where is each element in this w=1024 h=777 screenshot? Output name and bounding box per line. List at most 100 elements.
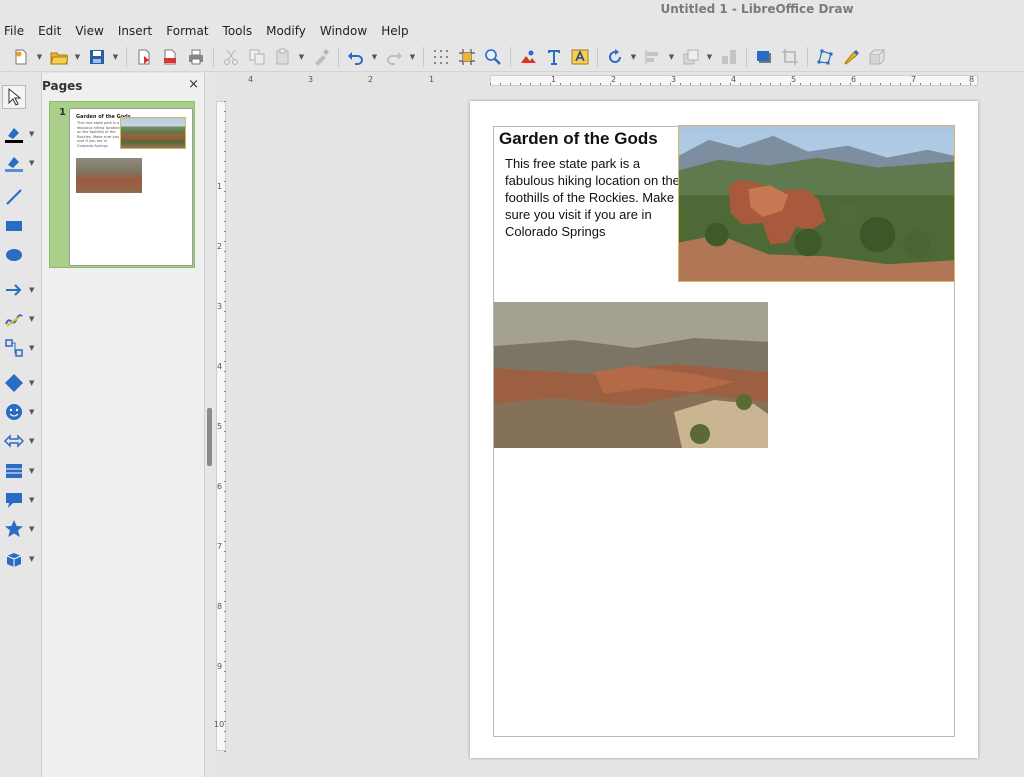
line-color-icon[interactable] xyxy=(2,122,26,146)
paste-icon[interactable] xyxy=(272,46,294,68)
arrow-dropdown-arrow[interactable]: ▼ xyxy=(29,284,37,296)
new-icon[interactable] xyxy=(10,46,32,68)
flowchart-icon[interactable] xyxy=(2,459,26,483)
open-icon[interactable] xyxy=(48,46,70,68)
callouts-dropdown-arrow[interactable]: ▼ xyxy=(29,494,37,506)
ruler-tick xyxy=(224,591,226,592)
ruler-tick xyxy=(224,651,226,652)
new-dropdown-arrow[interactable]: ▼ xyxy=(36,46,43,68)
arrow-icon[interactable] xyxy=(2,278,26,302)
redo-dropdown-arrow[interactable]: ▼ xyxy=(409,46,416,68)
shadow-icon[interactable] xyxy=(753,46,775,68)
menu-edit[interactable]: Edit xyxy=(38,24,67,38)
save-dropdown-arrow[interactable]: ▼ xyxy=(112,46,119,68)
toggle-extrusion-icon[interactable] xyxy=(866,46,888,68)
export-icon[interactable] xyxy=(133,46,155,68)
ellipse-icon[interactable] xyxy=(2,243,26,267)
flowchart-dropdown-arrow[interactable]: ▼ xyxy=(29,465,37,477)
menu-modify[interactable]: Modify xyxy=(266,24,312,38)
text-icon[interactable] xyxy=(543,46,565,68)
rotate-dropdown-arrow[interactable]: ▼ xyxy=(630,46,637,68)
pane-splitter[interactable] xyxy=(205,73,214,777)
ruler-tick xyxy=(224,281,226,282)
select-at-front-icon[interactable] xyxy=(718,46,740,68)
arrange-dropdown-arrow[interactable]: ▼ xyxy=(706,46,713,68)
curve-dropdown-arrow[interactable]: ▼ xyxy=(29,313,37,325)
block-arrows-icon[interactable] xyxy=(2,429,26,453)
menu-view[interactable]: View xyxy=(75,24,109,38)
undo-dropdown-arrow[interactable]: ▼ xyxy=(371,46,378,68)
3d-objects-dropdown-arrow[interactable]: ▼ xyxy=(29,553,37,565)
glue-points-icon[interactable] xyxy=(840,46,862,68)
3d-objects-icon[interactable] xyxy=(2,547,26,571)
stars-icon[interactable] xyxy=(2,517,26,541)
zoom-icon[interactable] xyxy=(482,46,504,68)
ruler-tick xyxy=(224,301,226,302)
drawing-toolbar: ▼ ▼ ▼ ▼ ▼ ▼ ▼ ▼ ▼ ▼ ▼ ▼ xyxy=(0,73,42,777)
grand-canyon-photo[interactable] xyxy=(494,302,768,448)
ruler-tick xyxy=(224,451,226,452)
title-bar: Untitled 1 - LibreOffice Draw xyxy=(0,0,1024,20)
save-icon[interactable] xyxy=(86,46,108,68)
callouts-icon[interactable] xyxy=(2,488,26,512)
menu-insert[interactable]: Insert xyxy=(118,24,158,38)
image-icon[interactable] xyxy=(517,46,539,68)
undo-icon[interactable] xyxy=(345,46,367,68)
drawing-workspace[interactable]: Garden of the Gods This free state park … xyxy=(228,87,1024,777)
text-box-body[interactable]: This free state park is a fabulous hikin… xyxy=(505,155,680,240)
grid-icon[interactable] xyxy=(430,46,452,68)
rotate-icon[interactable] xyxy=(604,46,626,68)
ruler-tick xyxy=(224,151,226,152)
horizontal-ruler[interactable]: 4 3 2 1 1 2 3 4 5 6 7 8 xyxy=(228,73,1024,87)
align-icon[interactable] xyxy=(642,46,664,68)
helplines-icon[interactable] xyxy=(456,46,478,68)
menu-help[interactable]: Help xyxy=(381,24,414,38)
line-icon[interactable] xyxy=(2,185,26,209)
copy-icon[interactable] xyxy=(246,46,268,68)
clone-formatting-icon[interactable] xyxy=(310,46,332,68)
menu-file[interactable]: File xyxy=(4,24,30,38)
connector-icon[interactable] xyxy=(2,336,26,360)
stars-dropdown-arrow[interactable]: ▼ xyxy=(29,523,37,535)
paste-dropdown-arrow[interactable]: ▼ xyxy=(298,46,305,68)
splitter-handle[interactable] xyxy=(207,408,212,466)
crop-icon[interactable] xyxy=(779,46,801,68)
points-icon[interactable] xyxy=(814,46,836,68)
export-pdf-icon[interactable] xyxy=(159,46,181,68)
basic-shapes-icon[interactable] xyxy=(2,371,26,395)
garden-of-the-gods-photo[interactable] xyxy=(678,125,955,282)
cut-icon[interactable] xyxy=(220,46,242,68)
ruler-label: 9 xyxy=(217,662,223,671)
ruler-tick xyxy=(224,741,226,742)
ruler-label: 3 xyxy=(671,75,677,84)
align-dropdown-arrow[interactable]: ▼ xyxy=(668,46,675,68)
text-box-title[interactable]: Garden of the Gods xyxy=(499,129,658,149)
symbol-shapes-icon[interactable] xyxy=(2,400,26,424)
connector-dropdown-arrow[interactable]: ▼ xyxy=(29,342,37,354)
page-thumbnail-selected[interactable]: 1 Garden of the Gods This free state par… xyxy=(49,101,195,268)
ruler-tick xyxy=(224,531,226,532)
toolbar-separator xyxy=(510,46,511,67)
redo-icon[interactable] xyxy=(383,46,405,68)
fill-color-dropdown-arrow[interactable]: ▼ xyxy=(29,157,37,169)
drawing-page[interactable]: Garden of the Gods This free state park … xyxy=(470,101,978,758)
curve-icon[interactable] xyxy=(2,307,26,331)
menu-window[interactable]: Window xyxy=(320,24,373,38)
vertical-ruler[interactable]: 1 2 3 4 5 6 7 8 9 10 xyxy=(214,87,228,777)
arrange-icon[interactable] xyxy=(680,46,702,68)
open-dropdown-arrow[interactable]: ▼ xyxy=(74,46,81,68)
block-arrows-dropdown-arrow[interactable]: ▼ xyxy=(29,435,37,447)
select-icon[interactable] xyxy=(2,85,26,109)
rectangle-icon[interactable] xyxy=(2,214,26,238)
close-icon[interactable]: × xyxy=(188,77,199,92)
menu-format[interactable]: Format xyxy=(166,24,214,38)
page-thumbnail[interactable]: Garden of the Gods This free state park … xyxy=(69,108,193,266)
ruler-tick xyxy=(750,83,751,85)
print-icon[interactable] xyxy=(185,46,207,68)
symbol-shapes-dropdown-arrow[interactable]: ▼ xyxy=(29,406,37,418)
fill-color-icon[interactable] xyxy=(2,151,26,175)
menu-tools[interactable]: Tools xyxy=(223,24,259,38)
basic-shapes-dropdown-arrow[interactable]: ▼ xyxy=(29,377,37,389)
line-color-dropdown-arrow[interactable]: ▼ xyxy=(29,128,37,140)
fontwork-icon[interactable] xyxy=(569,46,591,68)
